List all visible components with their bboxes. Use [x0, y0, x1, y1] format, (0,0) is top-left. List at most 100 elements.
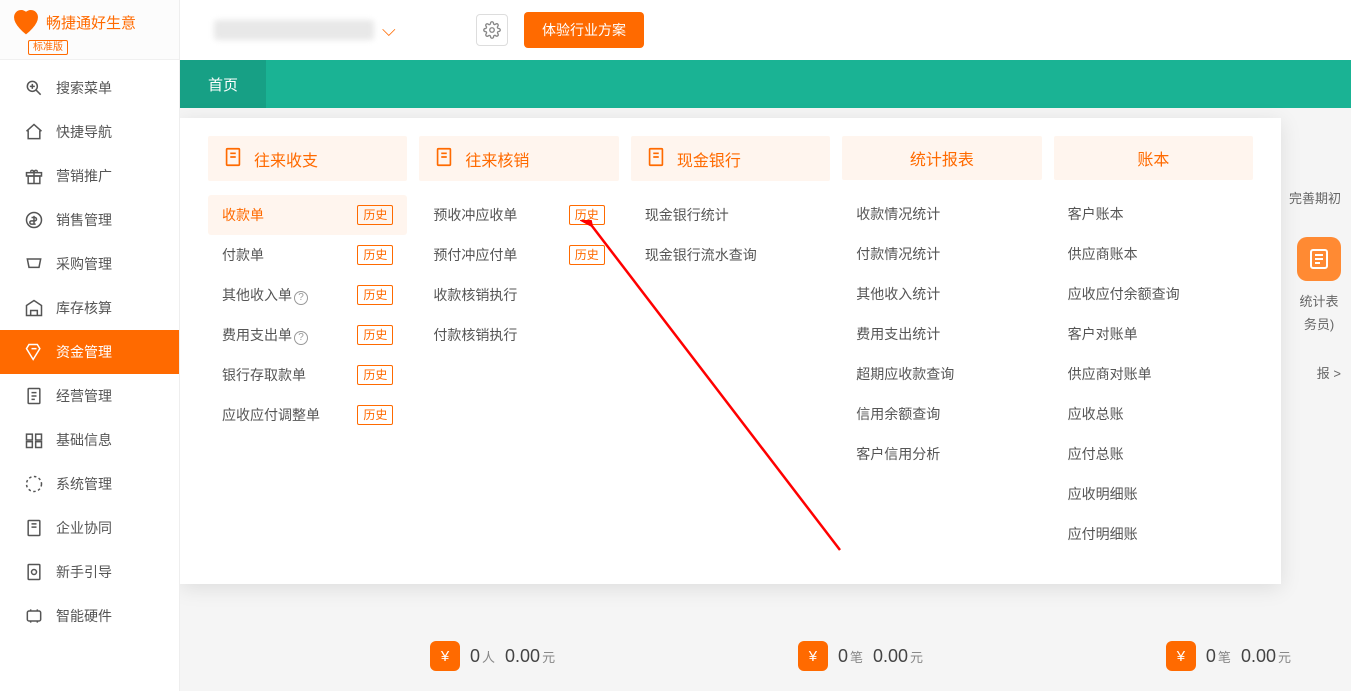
help-icon[interactable]: ? [294, 331, 308, 345]
logo-area: 畅捷通好生意 标准版 [0, 0, 179, 60]
sidebar-item-home[interactable]: 快捷导航 [0, 110, 179, 154]
mega-item[interactable]: 其他收入单? 历史 [208, 275, 407, 315]
gear-icon [483, 21, 501, 39]
mega-item-label: 收款单 [222, 205, 264, 225]
sidebar-item-label: 智能硬件 [56, 606, 112, 626]
mega-item-label: 费用支出统计 [856, 324, 940, 344]
sidebar-item-label: 采购管理 [56, 254, 112, 274]
sidebar: 畅捷通好生意 标准版 搜索菜单快捷导航营销推广销售管理采购管理库存核算资金管理经… [0, 0, 180, 691]
history-badge[interactable]: 历史 [357, 325, 393, 345]
report-icon [1297, 237, 1341, 281]
mega-item[interactable]: 供应商对账单 [1054, 354, 1253, 394]
mega-item[interactable]: 客户对账单 [1054, 314, 1253, 354]
mega-column-1: 往来核销预收冲应收单历史预付冲应付单历史收款核销执行付款核销执行 [419, 136, 618, 554]
sidebar-item-guide[interactable]: 新手引导 [0, 550, 179, 594]
mega-item-label: 其他收入单? [222, 285, 308, 305]
history-badge[interactable]: 历史 [569, 205, 605, 225]
document-icon [433, 146, 455, 171]
hardware-icon [24, 606, 44, 626]
mega-item[interactable]: 预付冲应付单历史 [419, 235, 618, 275]
mega-item[interactable]: 银行存取款单历史 [208, 355, 407, 395]
history-badge[interactable]: 历史 [357, 205, 393, 225]
wallet-icon: ¥ [1166, 641, 1196, 671]
sidebar-item-cart[interactable]: 采购管理 [0, 242, 179, 286]
mega-item[interactable]: 费用支出统计 [842, 314, 1041, 354]
history-badge[interactable]: 历史 [357, 405, 393, 425]
mega-column-title: 往来核销 [465, 147, 529, 171]
sidebar-item-search[interactable]: 搜索菜单 [0, 66, 179, 110]
txn-icon: ¥ [798, 641, 828, 671]
bg-link-1[interactable]: 完善期初 [1289, 188, 1341, 207]
bg-quick[interactable]: 统计表 务员) [1297, 237, 1341, 333]
mega-item[interactable]: 应付明细账 [1054, 514, 1253, 554]
document-icon [222, 146, 244, 171]
person-icon: ¥ [430, 641, 460, 671]
mega-item[interactable]: 收款情况统计 [842, 194, 1041, 234]
mega-item-label: 应收明细账 [1068, 484, 1138, 504]
stats-row: ¥ 0人 0.00元 ¥ 0笔 0.00元 ¥ 0笔 0.00元 [390, 641, 1331, 671]
mega-item[interactable]: 收款核销执行 [419, 275, 618, 315]
history-badge[interactable]: 历史 [569, 245, 605, 265]
tab-strip: 首页 [180, 60, 1351, 108]
mega-item-label: 应收总账 [1068, 404, 1124, 424]
mega-item[interactable]: 应收总账 [1054, 394, 1253, 434]
sidebar-item-info[interactable]: 基础信息 [0, 418, 179, 462]
sidebar-item-collab[interactable]: 企业协同 [0, 506, 179, 550]
tab-home[interactable]: 首页 [180, 60, 266, 108]
brand-icon [12, 8, 40, 36]
sidebar-item-warehouse[interactable]: 库存核算 [0, 286, 179, 330]
mega-item-label: 应付明细账 [1068, 524, 1138, 544]
mega-column-header: 账本 [1054, 136, 1253, 180]
bg-link-2[interactable]: 报 > [1317, 363, 1341, 382]
mega-column-0: 往来收支收款单历史付款单历史其他收入单?历史费用支出单?历史银行存取款单历史应收… [208, 136, 407, 554]
sidebar-item-hardware[interactable]: 智能硬件 [0, 594, 179, 638]
mega-column-title: 账本 [1137, 146, 1169, 170]
brand-name: 畅捷通好生意 [46, 12, 136, 33]
topbar: ⌵ 体验行业方案 [180, 0, 1351, 60]
mega-item[interactable]: 预收冲应收单历史 [419, 195, 618, 235]
stat-1: ¥ 0人 0.00元 [430, 641, 555, 671]
mega-item[interactable]: 其他收入统计 [842, 274, 1041, 314]
info-icon [24, 430, 44, 450]
sidebar-item-label: 销售管理 [56, 210, 112, 230]
mega-item[interactable]: 付款情况统计 [842, 234, 1041, 274]
history-badge[interactable]: 历史 [357, 285, 393, 305]
mega-item[interactable]: 客户信用分析 [842, 434, 1041, 474]
settings-button[interactable] [476, 14, 508, 46]
mega-column-title: 往来收支 [254, 147, 318, 171]
sidebar-item-money[interactable]: 资金管理 [0, 330, 179, 374]
mega-item[interactable]: 应收应付余额查询 [1054, 274, 1253, 314]
sidebar-item-label: 基础信息 [56, 430, 112, 450]
mega-item[interactable]: 信用余额查询 [842, 394, 1041, 434]
mega-item[interactable]: 供应商账本 [1054, 234, 1253, 274]
mega-item[interactable]: 现金银行统计 [631, 195, 830, 235]
sidebar-item-system[interactable]: 系统管理 [0, 462, 179, 506]
workspace-name-redacted [214, 20, 374, 40]
mega-item[interactable]: 应收明细账 [1054, 474, 1253, 514]
sidebar-item-sale[interactable]: 销售管理 [0, 198, 179, 242]
mega-item[interactable]: 收款单 历史 [208, 195, 407, 235]
mega-column-header: 往来核销 [419, 136, 618, 181]
workspace-picker[interactable]: ⌵ [200, 14, 460, 47]
mega-item[interactable]: 付款核销执行 [419, 315, 618, 355]
home-icon [24, 122, 44, 142]
money-icon [24, 342, 44, 362]
sidebar-item-ops[interactable]: 经营管理 [0, 374, 179, 418]
mega-item[interactable]: 客户账本 [1054, 194, 1253, 234]
history-badge[interactable]: 历史 [357, 245, 393, 265]
mega-item[interactable]: 费用支出单?历史 [208, 315, 407, 355]
mega-item[interactable]: 现金银行流水查询 [631, 235, 830, 275]
mega-item[interactable]: 付款单历史 [208, 235, 407, 275]
mega-item[interactable]: 超期应收款查询 [842, 354, 1041, 394]
sidebar-nav: 搜索菜单快捷导航营销推广销售管理采购管理库存核算资金管理经营管理基础信息系统管理… [0, 60, 179, 644]
sidebar-item-label: 经营管理 [56, 386, 112, 406]
mega-item[interactable]: 应付总账 [1054, 434, 1253, 474]
help-icon[interactable]: ? [294, 291, 308, 305]
experience-plan-button[interactable]: 体验行业方案 [524, 12, 644, 48]
mega-item[interactable]: 应收应付调整单历史 [208, 395, 407, 435]
history-badge[interactable]: 历史 [357, 365, 393, 385]
ops-icon [24, 386, 44, 406]
mega-column-header: 往来收支 [208, 136, 407, 181]
mega-item-label: 客户账本 [1068, 204, 1124, 224]
sidebar-item-gift[interactable]: 营销推广 [0, 154, 179, 198]
